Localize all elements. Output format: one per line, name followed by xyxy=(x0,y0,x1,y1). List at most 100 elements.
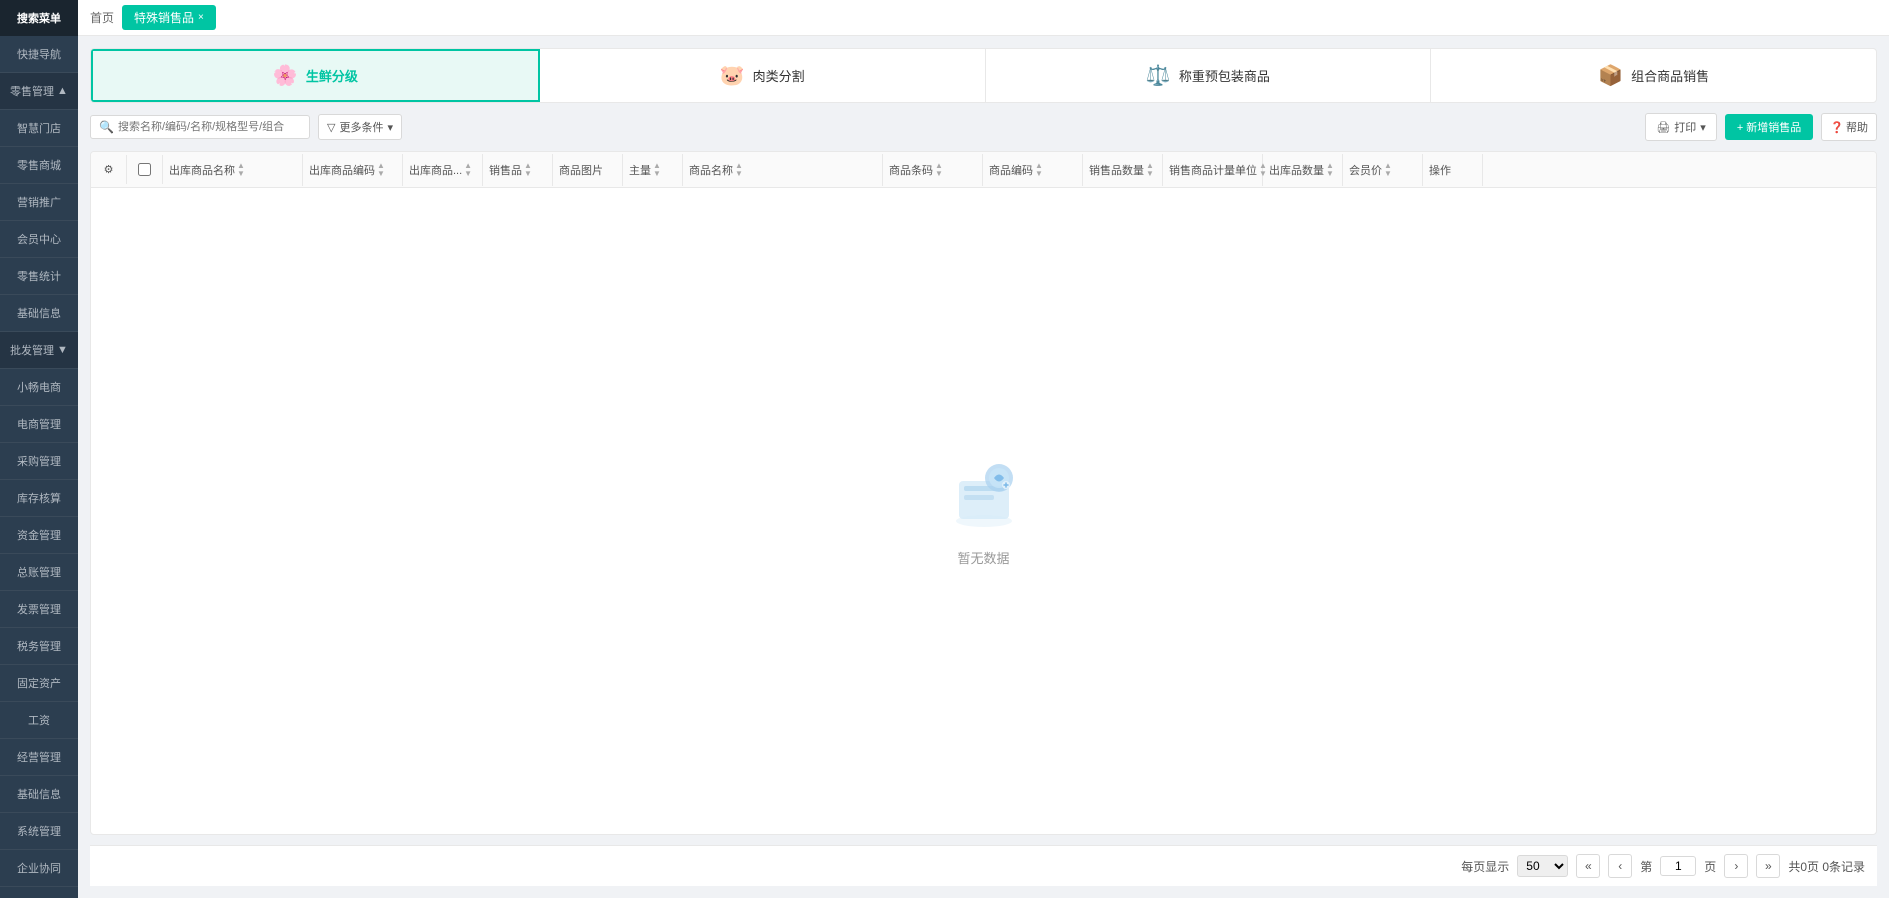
sidebar-item-inventory[interactable]: 库存核算 xyxy=(0,480,78,517)
search-input[interactable] xyxy=(118,121,301,133)
sidebar-logo[interactable]: 搜索菜单 xyxy=(0,0,78,36)
sidebar-item-label: 总账管理 xyxy=(17,564,61,580)
tab-label: 肉类分割 xyxy=(753,66,805,85)
sidebar-item-label: 电商管理 xyxy=(17,416,61,432)
sidebar-item-enterprise[interactable]: 企业协同 xyxy=(0,850,78,887)
th-sales-qty: 销售品数量 ▲▼ xyxy=(1083,154,1163,186)
fresh-grade-icon: 🌸 xyxy=(273,63,298,88)
tab-label: 生鲜分级 xyxy=(306,66,358,85)
add-label: + 新增销售品 xyxy=(1737,119,1801,135)
sort-icon[interactable]: ▲▼ xyxy=(1146,162,1154,178)
sidebar-item-label: 采购管理 xyxy=(17,453,61,469)
sort-icon[interactable]: ▲▼ xyxy=(1326,162,1334,178)
empty-data-icon xyxy=(944,456,1024,536)
main-content: 首页 特殊销售品 × 🌸 生鲜分级 🐷 肉类分割 ⚖️ 称重预包装商品 📦 组合… xyxy=(78,0,1889,898)
sidebar-item-label: 工资 xyxy=(28,712,50,728)
filter-button[interactable]: ▽ 更多条件 ▾ xyxy=(318,114,402,140)
tab-meat-cut[interactable]: 🐷 肉类分割 xyxy=(540,49,986,102)
sidebar-item-label: 经营管理 xyxy=(17,749,61,765)
sidebar-item-ledger[interactable]: 总账管理 xyxy=(0,554,78,591)
sort-icon[interactable]: ▲▼ xyxy=(735,162,743,178)
sidebar-item-label: 会员中心 xyxy=(17,231,61,247)
search-icon: 🔍 xyxy=(99,120,114,134)
th-unit: 销售商品计量单位 ▲▼ xyxy=(1163,154,1263,186)
help-button[interactable]: ❓ 帮助 xyxy=(1821,113,1877,141)
page-input[interactable] xyxy=(1660,856,1696,876)
chevron-down-icon: ▼ xyxy=(57,344,68,356)
th-settings[interactable]: ⚙ xyxy=(91,155,127,184)
sort-icon[interactable]: ▲▼ xyxy=(1384,162,1392,178)
sidebar: 搜索菜单 快捷导航 零售管理 ▲ 智慧门店 零售商城 营销推广 会员中心 零售统… xyxy=(0,0,78,898)
th-barcode: 商品条码 ▲▼ xyxy=(883,154,983,186)
empty-state: 暂无数据 xyxy=(91,188,1876,834)
search-box[interactable]: 🔍 xyxy=(90,115,310,139)
sidebar-item-retailmall[interactable]: 零售商城 xyxy=(0,147,78,184)
sidebar-item-label: 系统管理 xyxy=(17,823,61,839)
category-tabs: 🌸 生鲜分级 🐷 肉类分割 ⚖️ 称重预包装商品 📦 组合商品销售 xyxy=(90,48,1877,103)
sidebar-item-fixedassets[interactable]: 固定资产 xyxy=(0,665,78,702)
sidebar-item-smartstore[interactable]: 智慧门店 xyxy=(0,110,78,147)
toolbar-right: 🖨 打印 ▾ + 新增销售品 ❓ 帮助 xyxy=(1645,113,1877,141)
th-out-qty: 出库品数量 ▲▼ xyxy=(1263,154,1343,186)
sidebar-item-ecommerce[interactable]: 电商管理 xyxy=(0,406,78,443)
print-button[interactable]: 🖨 打印 ▾ xyxy=(1645,113,1717,141)
tab-weight-prepack[interactable]: ⚖️ 称重预包装商品 xyxy=(986,49,1432,102)
home-breadcrumb[interactable]: 首页 xyxy=(90,9,114,26)
sidebar-item-member[interactable]: 会员中心 xyxy=(0,221,78,258)
tab-label: 特殊销售品 xyxy=(134,9,194,26)
sidebar-item-purchase[interactable]: 采购管理 xyxy=(0,443,78,480)
first-page-button[interactable]: « xyxy=(1576,854,1600,878)
tab-label: 称重预包装商品 xyxy=(1179,66,1270,85)
sort-icon[interactable]: ▲▼ xyxy=(464,162,472,178)
th-outstock-name: 出库商品名称 ▲▼ xyxy=(163,154,303,186)
tab-fresh-grade[interactable]: 🌸 生鲜分级 xyxy=(91,49,540,102)
th-checkbox[interactable] xyxy=(127,155,163,184)
add-button[interactable]: + 新增销售品 xyxy=(1725,114,1813,140)
sidebar-item-label: 批发管理 xyxy=(10,342,54,358)
select-all-checkbox[interactable] xyxy=(138,163,151,176)
chevron-down-icon: ▾ xyxy=(1700,121,1706,134)
weight-icon: ⚖️ xyxy=(1146,63,1171,88)
sort-icon[interactable]: ▲▼ xyxy=(653,162,661,178)
sort-icon[interactable]: ▲▼ xyxy=(377,162,385,178)
sidebar-item-system[interactable]: 系统管理 xyxy=(0,813,78,850)
sidebar-item-label: 资金管理 xyxy=(17,527,61,543)
th-goods-code: 商品编码 ▲▼ xyxy=(983,154,1083,186)
sidebar-item-basicinfo2[interactable]: 基础信息 xyxy=(0,776,78,813)
active-tab[interactable]: 特殊销售品 × xyxy=(122,5,216,30)
tab-label: 组合商品销售 xyxy=(1631,66,1709,85)
sidebar-item-xiaochang[interactable]: 小畅电商 xyxy=(0,369,78,406)
pagination: 每页显示 50 10 20 100 « ‹ 第 页 › » 共0页 0条记录 xyxy=(90,845,1877,886)
sidebar-item-finance[interactable]: 资金管理 xyxy=(0,517,78,554)
sidebar-item-wholesale[interactable]: 批发管理 ▼ xyxy=(0,332,78,369)
sidebar-item-tax[interactable]: 税务管理 xyxy=(0,628,78,665)
tab-combo-sales[interactable]: 📦 组合商品销售 xyxy=(1431,49,1876,102)
sidebar-item-bizmgmt[interactable]: 经营管理 xyxy=(0,739,78,776)
sidebar-item-salary[interactable]: 工资 xyxy=(0,702,78,739)
prev-page-button[interactable]: ‹ xyxy=(1608,854,1632,878)
total-info: 共0页 0条记录 xyxy=(1788,858,1865,875)
sort-icon[interactable]: ▲▼ xyxy=(1035,162,1043,178)
sidebar-item-label: 基础信息 xyxy=(17,786,61,802)
per-page-select[interactable]: 50 10 20 100 xyxy=(1517,855,1568,877)
sidebar-item-invoice[interactable]: 发票管理 xyxy=(0,591,78,628)
sidebar-item-retailstat[interactable]: 零售统计 xyxy=(0,258,78,295)
close-tab-icon[interactable]: × xyxy=(198,12,204,23)
sidebar-item-quicknav[interactable]: 快捷导航 xyxy=(0,36,78,73)
sidebar-item-retail[interactable]: 零售管理 ▲ xyxy=(0,73,78,110)
print-icon: 🖨 xyxy=(1656,121,1670,134)
sidebar-item-label: 零售管理 xyxy=(10,83,54,99)
sidebar-item-label: 库存核算 xyxy=(17,490,61,506)
next-page-button[interactable]: › xyxy=(1724,854,1748,878)
sort-icon[interactable]: ▲▼ xyxy=(935,162,943,178)
toolbar-left: 🔍 ▽ 更多条件 ▾ xyxy=(90,114,402,140)
last-page-button[interactable]: » xyxy=(1756,854,1780,878)
sidebar-item-marketing[interactable]: 营销推广 xyxy=(0,184,78,221)
sidebar-item-basicinfo1[interactable]: 基础信息 xyxy=(0,295,78,332)
filter-icon: ▽ xyxy=(327,121,335,134)
page-label-prefix: 第 xyxy=(1640,858,1652,875)
page-label-suffix: 页 xyxy=(1704,858,1716,875)
sort-icon[interactable]: ▲▼ xyxy=(524,162,532,178)
sidebar-item-newguide[interactable]: 新手引导 xyxy=(0,887,78,898)
sort-icon[interactable]: ▲▼ xyxy=(237,162,245,178)
